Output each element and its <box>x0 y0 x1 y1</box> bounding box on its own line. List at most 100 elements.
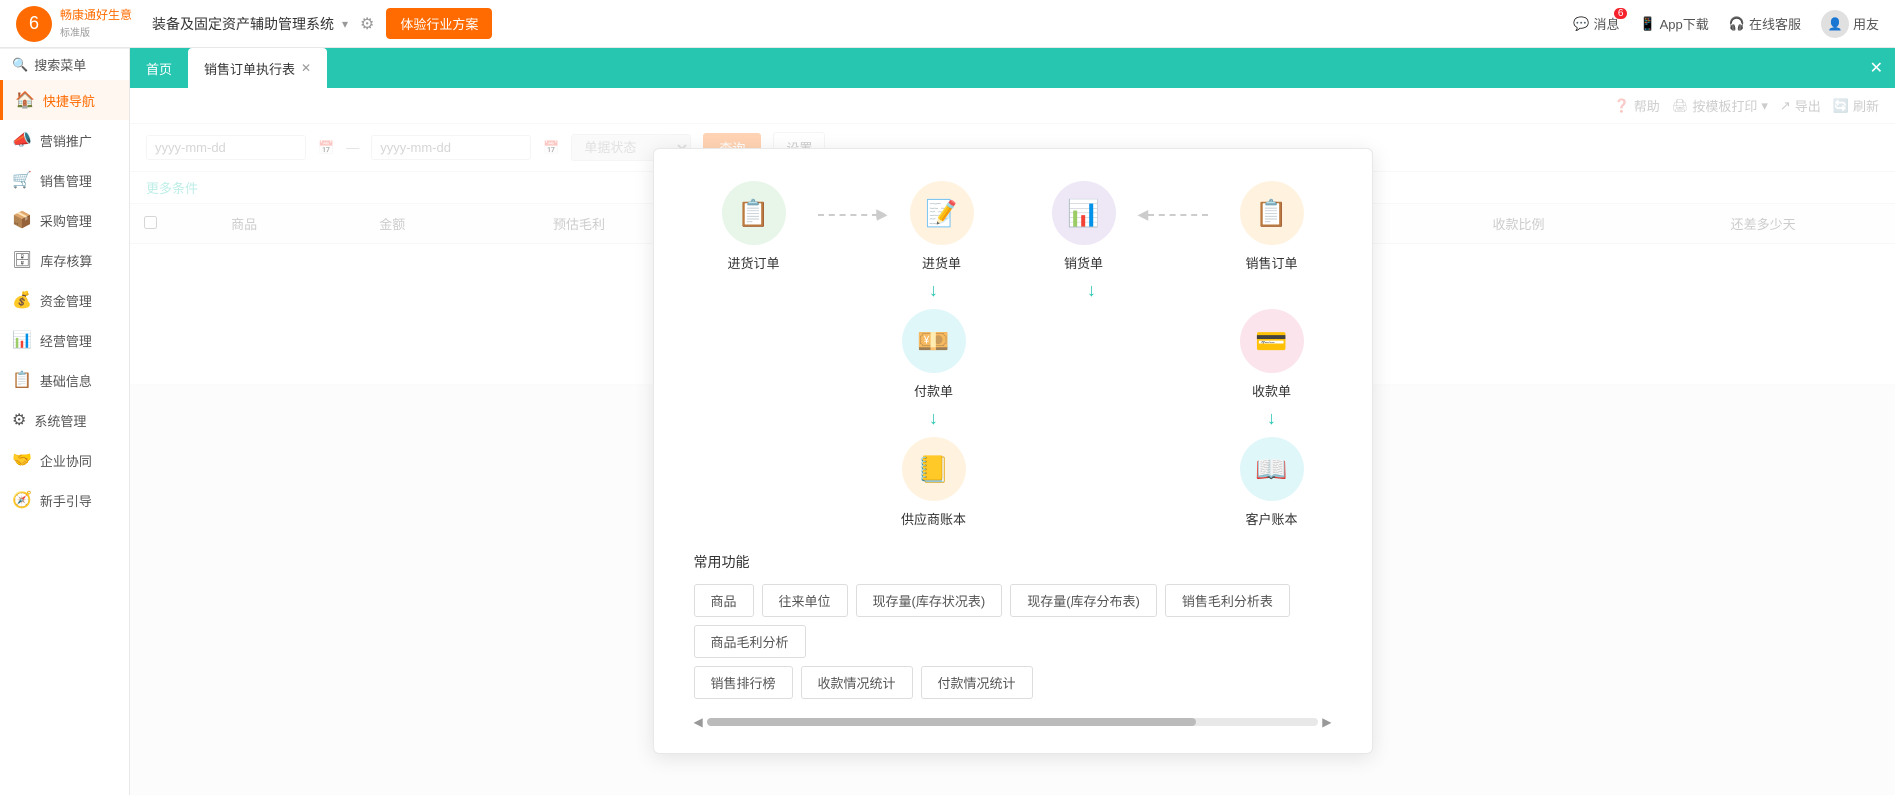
sales-bill-circle: 📊 <box>1052 181 1116 245</box>
common-funcs: 常用功能 商品 往来单位 现存量(库存状况表) 现存量(库存分布表) 销售毛利分… <box>694 552 1332 699</box>
user-item[interactable]: 👤 用友 <box>1821 10 1879 38</box>
scroll-left-arrow[interactable]: ◀ <box>694 715 703 729</box>
sidebar-item-quick-nav[interactable]: 🏠 快捷导航 <box>0 80 129 120</box>
flow-node-supplier-ledger: 📒 供应商账本 <box>874 437 994 528</box>
sidebar-item-sales[interactable]: 🛒 销售管理 <box>0 160 129 200</box>
func-btn-sales-rank[interactable]: 销售排行榜 <box>694 666 793 699</box>
sidebar-item-marketing[interactable]: 📣 营销推广 <box>0 120 129 160</box>
func-btn-partner[interactable]: 往来单位 <box>762 584 848 617</box>
customer-ledger-circle: 📖 <box>1240 437 1304 501</box>
payment-bill-circle: 💴 <box>902 309 966 373</box>
sidebar-item-system[interactable]: ⚙ 系统管理 <box>0 400 129 440</box>
finance-icon: 💰 <box>12 290 32 310</box>
func-btn-product-gross[interactable]: 商品毛利分析 <box>694 625 806 658</box>
sidebar-item-newbie[interactable]: 🧭 新手引导 <box>0 480 129 520</box>
system-icon: ⚙ <box>12 410 26 430</box>
purchase-order-label: 进货订单 <box>727 253 779 272</box>
basic-info-icon: 📋 <box>12 370 32 390</box>
flow-node-sales-order: 📋 销售订单 <box>1212 181 1332 272</box>
flow-node-sales-bill: 📊 销货单 <box>1024 181 1144 272</box>
flow-node-purchase-bill: 📝 进货单 <box>882 181 1002 272</box>
message-badge: 6 <box>1614 8 1628 19</box>
arrow-row-1: ↓ ↓ <box>694 280 1332 301</box>
enterprise-icon: 🤝 <box>12 450 32 470</box>
operations-icon: 📊 <box>12 330 32 350</box>
sidebar-item-basic-info[interactable]: 📋 基础信息 <box>0 360 129 400</box>
tab-bar-close-icon[interactable]: ✕ <box>1870 58 1883 78</box>
system-dropdown-icon[interactable]: ▾ <box>342 17 348 31</box>
tab-bar: 首页 销售订单执行表 ✕ ✕ <box>130 48 1895 88</box>
supplier-ledger-label: 供应商账本 <box>901 509 966 528</box>
flow-row-1: 📋 进货订单 ▶ <box>694 181 1332 272</box>
sidebar-item-enterprise[interactable]: 🤝 企业协同 <box>0 440 129 480</box>
logo-icon: 6 <box>16 6 52 42</box>
tab-close-icon[interactable]: ✕ <box>301 61 311 75</box>
marketing-icon: 📣 <box>12 130 32 150</box>
newbie-icon: 🧭 <box>12 490 32 510</box>
logo-name: 畅康通好生意 <box>60 8 132 24</box>
purchase-icon: 📦 <box>12 210 32 230</box>
receipt-bill-circle: 💳 <box>1240 309 1304 373</box>
func-btn-inventory-status[interactable]: 现存量(库存状况表) <box>856 584 1003 617</box>
receipt-bill-label: 收款单 <box>1252 381 1291 400</box>
purchase-bill-label: 进货单 <box>922 253 961 272</box>
down-arrow-sb: ↓ <box>1032 280 1152 301</box>
scroll-thumb <box>707 718 1196 726</box>
trial-button[interactable]: 体验行业方案 <box>386 8 492 39</box>
sidebar-item-finance[interactable]: 💰 资金管理 <box>0 280 129 320</box>
flow-node-customer-ledger: 📖 客户账本 <box>1212 437 1332 528</box>
flow-node-purchase-order: 📋 进货订单 <box>694 181 814 272</box>
func-btn-sales-gross[interactable]: 销售毛利分析表 <box>1165 584 1290 617</box>
app-download-item[interactable]: 📱 App下载 <box>1639 14 1708 33</box>
tab-sales-order-exec[interactable]: 销售订单执行表 ✕ <box>188 48 327 88</box>
func-btn-product[interactable]: 商品 <box>694 584 754 617</box>
search-icon: 🔍 <box>12 57 28 73</box>
tab-home[interactable]: 首页 <box>130 48 188 88</box>
scroll-right-arrow[interactable]: ▶ <box>1322 715 1331 729</box>
sales-bill-label: 销货单 <box>1064 253 1103 272</box>
arrow-row-2: ↓ ↓ <box>694 408 1332 429</box>
app-download-icon: 📱 <box>1639 16 1655 32</box>
flow-row-2: 💴 付款单 💳 收款单 <box>694 309 1332 400</box>
sales-icon: 🛒 <box>12 170 32 190</box>
message-item[interactable]: 💬 消息 6 <box>1573 14 1619 33</box>
sales-order-label: 销售订单 <box>1245 253 1297 272</box>
system-title: 装备及固定资产辅助管理系统 <box>152 14 334 34</box>
func-row-1: 商品 往来单位 现存量(库存状况表) 现存量(库存分布表) 销售毛利分析表 商品… <box>694 584 1332 658</box>
inventory-icon: 🗄 <box>12 250 32 270</box>
quick-guide-overlay: 📋 进货订单 ▶ <box>130 88 1895 795</box>
online-service-item[interactable]: 🎧 在线客服 <box>1729 14 1801 33</box>
sales-order-circle: 📋 <box>1240 181 1304 245</box>
arrow-so-to-sb: ◀ <box>1144 214 1212 240</box>
flow-node-receipt-bill: 💳 收款单 <box>1212 309 1332 400</box>
func-btn-inventory-dist[interactable]: 现存量(库存分布表) <box>1010 584 1157 617</box>
message-icon: 💬 <box>1573 16 1589 32</box>
func-btn-payment-stats[interactable]: 付款情况统计 <box>921 666 1033 699</box>
down-arrow-receipt: ↓ <box>1212 408 1332 429</box>
avatar: 👤 <box>1821 10 1849 38</box>
home-icon: 🏠 <box>15 90 35 110</box>
headset-icon: 🎧 <box>1729 16 1745 32</box>
logo-area: 6 畅康通好生意 标准版 <box>16 6 132 42</box>
content-inner: ❓ 帮助 🖨 按模板打印 ▾ ↗ 导出 🔄 <box>130 88 1895 795</box>
arrow-po-to-pb: ▶ <box>814 214 882 240</box>
sidebar-item-purchase[interactable]: 📦 采购管理 <box>0 200 129 240</box>
purchase-order-circle: 📋 <box>722 181 786 245</box>
flow-node-payment-bill: 💴 付款单 <box>874 309 994 400</box>
modal-scrollbar[interactable]: ◀ ▶ <box>694 715 1332 729</box>
sidebar-item-inventory[interactable]: 🗄 库存核算 <box>0 240 129 280</box>
flow-row-3: 📒 供应商账本 📖 客户账本 <box>694 437 1332 528</box>
logo-sub: 标准版 <box>60 24 132 39</box>
func-btn-receipt-stats[interactable]: 收款情况统计 <box>801 666 913 699</box>
scroll-track <box>707 718 1319 726</box>
search-menu[interactable]: 🔍 搜索菜单 <box>0 48 129 80</box>
top-bar-right: 💬 消息 6 📱 App下载 🎧 在线客服 👤 用友 <box>1573 10 1879 38</box>
common-funcs-title: 常用功能 <box>694 552 1332 572</box>
settings-icon[interactable]: ⚙ <box>360 14 374 34</box>
func-row-2: 销售排行榜 收款情况统计 付款情况统计 <box>694 666 1332 699</box>
quick-guide-modal: 📋 进货订单 ▶ <box>653 148 1373 754</box>
supplier-ledger-circle: 📒 <box>902 437 966 501</box>
flow-diagram: 📋 进货订单 ▶ <box>694 181 1332 528</box>
sidebar-item-operations[interactable]: 📊 经营管理 <box>0 320 129 360</box>
down-arrow-payment: ↓ <box>874 408 994 429</box>
